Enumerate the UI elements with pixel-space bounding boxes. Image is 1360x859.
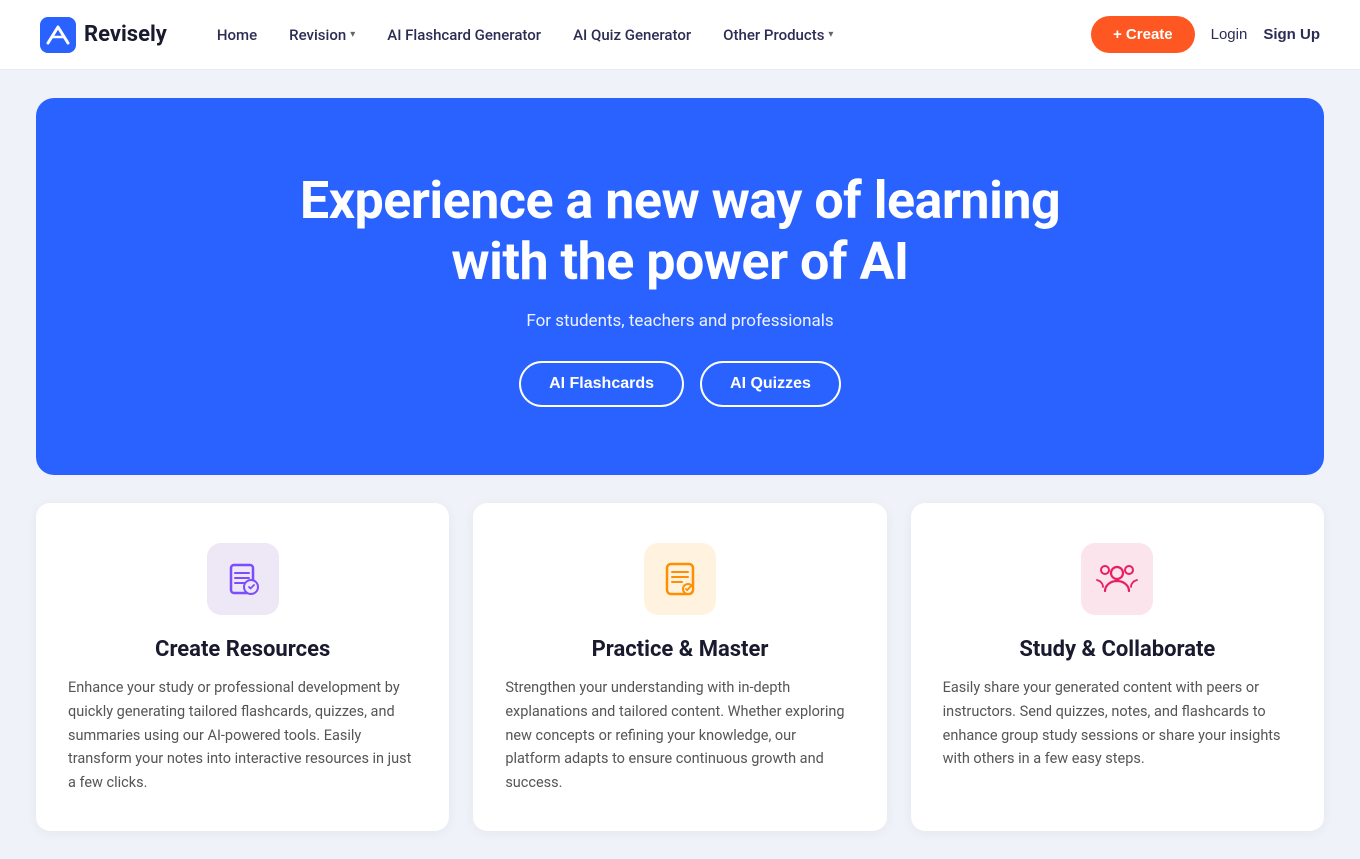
hero-section: Experience a new way of learning with th… [36,98,1324,475]
card-create-resources: Create Resources Enhance your study or p… [36,503,449,832]
edit-icon [223,559,263,599]
create-icon-wrap [207,543,279,615]
revision-chevron-icon: ▾ [350,29,355,40]
collaborate-icon [1095,557,1139,601]
card-practice-desc: Strengthen your understanding with in-de… [505,676,854,796]
nav-home[interactable]: Home [203,18,271,52]
collaborate-icon-wrap [1081,543,1153,615]
other-products-chevron-icon: ▾ [828,29,833,40]
quiz-icon [660,559,700,599]
card-study-collaborate: Study & Collaborate Easily share your ge… [911,503,1324,832]
nav-actions: + Create Login Sign Up [1091,16,1320,53]
logo-link[interactable]: Revisely [40,17,167,53]
logo-icon [40,17,76,53]
card-collaborate-title: Study & Collaborate [943,637,1292,662]
hero-subtitle: For students, teachers and professionals [76,311,1284,331]
navbar: Revisely Home Revision ▾ AI Flashcard Ge… [0,0,1360,70]
nav-revision[interactable]: Revision ▾ [275,18,369,52]
nav-ai-quiz-generator[interactable]: AI Quiz Generator [559,18,705,52]
hero-flashcards-button[interactable]: AI Flashcards [519,361,684,407]
nav-links: Home Revision ▾ AI Flashcard Generator A… [203,18,1091,52]
login-button[interactable]: Login [1211,26,1248,43]
card-practice-master: Practice & Master Strengthen your unders… [473,503,886,832]
create-button[interactable]: + Create [1091,16,1195,53]
feature-cards: Create Resources Enhance your study or p… [36,503,1324,842]
practice-icon-wrap [644,543,716,615]
signup-button[interactable]: Sign Up [1263,26,1320,43]
card-create-desc: Enhance your study or professional devel… [68,676,417,796]
nav-other-products[interactable]: Other Products ▾ [709,18,847,52]
card-practice-title: Practice & Master [505,637,854,662]
brand-name: Revisely [84,22,167,47]
nav-ai-flashcard-generator[interactable]: AI Flashcard Generator [373,18,555,52]
card-collaborate-desc: Easily share your generated content with… [943,676,1292,772]
card-create-title: Create Resources [68,637,417,662]
hero-buttons: AI Flashcards AI Quizzes [76,361,1284,407]
hero-title: Experience a new way of learning with th… [76,170,1284,293]
hero-quizzes-button[interactable]: AI Quizzes [700,361,841,407]
